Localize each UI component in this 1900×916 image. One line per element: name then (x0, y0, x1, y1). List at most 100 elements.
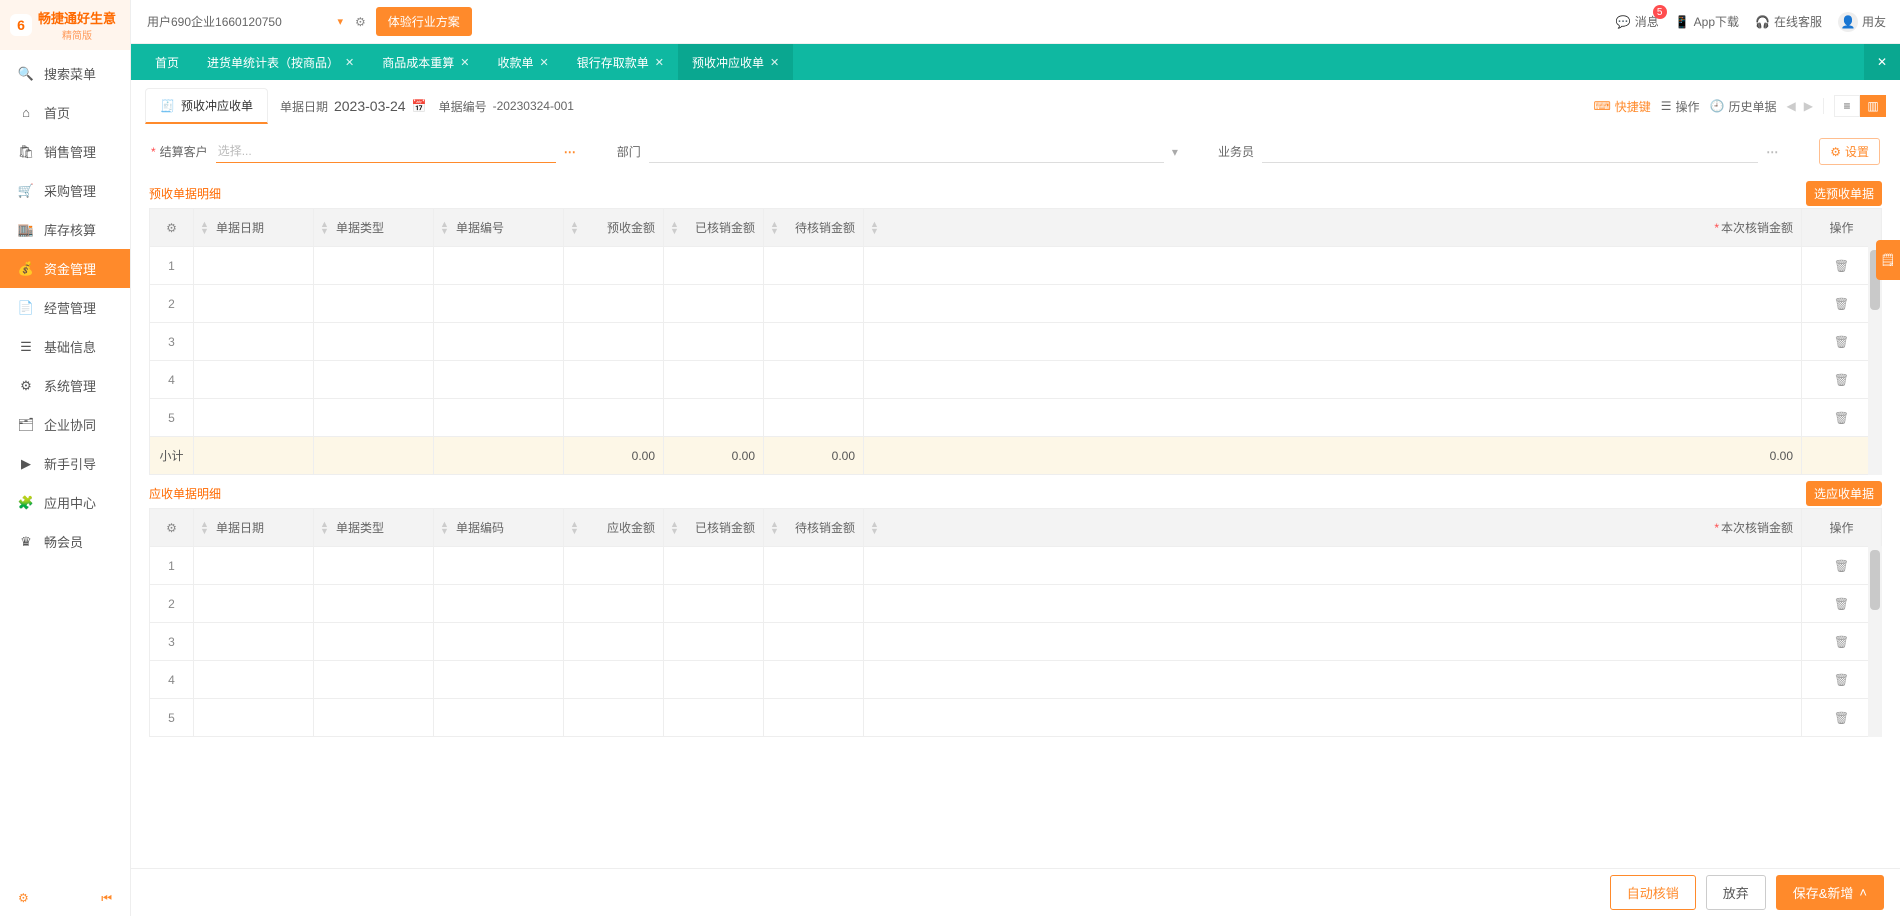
setup-button[interactable]: ⚙设置 (1819, 138, 1880, 165)
delete-row-icon[interactable]: 🗑 (1810, 373, 1873, 387)
sidebar-item[interactable]: 🛍销售管理 (0, 132, 130, 171)
table-row[interactable]: 4🗑 (150, 361, 1882, 399)
col-pending[interactable]: ▲▼待核销金额 (764, 509, 864, 547)
dept-input[interactable] (649, 140, 1164, 163)
support-link[interactable]: 🎧 在线客服 (1755, 13, 1822, 30)
prev-doc-icon[interactable]: ◀ (1787, 99, 1796, 113)
delete-row-icon[interactable]: 🗑 (1810, 673, 1873, 687)
tab-close-icon[interactable]: ✕ (770, 56, 779, 69)
view-list-toggle[interactable]: ≡ (1834, 95, 1860, 117)
sidebar-item[interactable]: 💰资金管理 (0, 249, 130, 288)
delete-row-icon[interactable]: 🗑 (1810, 559, 1873, 573)
document-title-tab[interactable]: 🧾 预收冲应收单 (145, 88, 268, 124)
table-row[interactable]: 3🗑 (150, 323, 1882, 361)
tab-close-icon[interactable]: ✕ (540, 56, 549, 69)
table-row[interactable]: 4🗑 (150, 661, 1882, 699)
workspace-tab[interactable]: 进货单统计表（按商品）✕ (193, 44, 368, 80)
tab-close-icon[interactable]: ✕ (460, 56, 469, 69)
col-type[interactable]: ▲▼单据类型 (314, 509, 434, 547)
tab-close-icon[interactable]: ✕ (345, 56, 354, 69)
delete-row-icon[interactable]: 🗑 (1810, 335, 1873, 349)
col-this[interactable]: ▲▼*本次核销金额 (864, 509, 1802, 547)
try-plan-button[interactable]: 体验行业方案 (376, 7, 472, 36)
col-date[interactable]: ▲▼单据日期 (194, 509, 314, 547)
scrollbar[interactable] (1868, 546, 1882, 737)
table-row[interactable]: 5🗑 (150, 699, 1882, 737)
col-prepay[interactable]: ▲▼预收金额 (564, 209, 664, 247)
customer-more-icon[interactable]: ⋯ (564, 145, 577, 159)
sidebar-item[interactable]: 📄经营管理 (0, 288, 130, 327)
sidebar-item[interactable]: ☰基础信息 (0, 327, 130, 366)
document-header: 🧾 预收冲应收单 单据日期 2023-03-24 📅 单据编号 -2023032… (131, 80, 1900, 124)
col-written[interactable]: ▲▼已核销金额 (664, 209, 764, 247)
sidebar-item[interactable]: 🧩应用中心 (0, 483, 130, 522)
nav-label: 首页 (44, 103, 70, 122)
dept-dropdown-icon[interactable]: ▾ (1172, 145, 1178, 159)
tabs-close-all[interactable]: ✕ (1864, 44, 1900, 80)
col-type[interactable]: ▲▼单据类型 (314, 209, 434, 247)
collapse-icon[interactable]: ⏮ (101, 891, 112, 906)
col-code[interactable]: ▲▼单据编号 (434, 209, 564, 247)
operate-link[interactable]: ☰操作 (1661, 98, 1700, 115)
doc-date-value[interactable]: 2023-03-24 (334, 98, 406, 114)
save-new-button[interactable]: 保存&新增˄ (1776, 875, 1884, 910)
messages-link[interactable]: 💬 消息 5 (1616, 13, 1659, 30)
history-link[interactable]: 🕘历史单据 (1710, 98, 1777, 115)
table-row[interactable]: 1🗑 (150, 547, 1882, 585)
delete-row-icon[interactable]: 🗑 (1810, 597, 1873, 611)
salesman-more-icon[interactable]: ⋯ (1766, 145, 1779, 159)
avatar-icon: 👤 (1838, 12, 1858, 32)
workspace-tab[interactable]: 收款单✕ (483, 44, 562, 80)
col-written[interactable]: ▲▼已核销金额 (664, 509, 764, 547)
workspace-tab[interactable]: 首页 (141, 44, 193, 80)
col-gear[interactable]: ⚙ (150, 509, 194, 547)
scrollbar[interactable] (1868, 246, 1882, 475)
sidebar-item[interactable]: ♛畅会员 (0, 522, 130, 561)
col-date[interactable]: ▲▼单据日期 (194, 209, 314, 247)
discard-button[interactable]: 放弃 (1706, 875, 1766, 910)
sidebar-item[interactable]: 🏬库存核算 (0, 210, 130, 249)
settings-icon[interactable]: ⚙ (18, 891, 29, 906)
customer-input[interactable] (216, 140, 556, 163)
floating-help-tab[interactable]: 🗒 (1876, 240, 1900, 280)
col-gear[interactable]: ⚙ (150, 209, 194, 247)
company-settings-icon[interactable]: ⚙ (355, 15, 366, 29)
sidebar-nav: 🔍搜索菜单⌂首页🛍销售管理🛒采购管理🏬库存核算💰资金管理📄经营管理☰基础信息⚙系… (0, 50, 130, 881)
tab-close-icon[interactable]: ✕ (655, 56, 664, 69)
sidebar-item[interactable]: 🔍搜索菜单 (0, 54, 130, 93)
delete-row-icon[interactable]: 🗑 (1810, 711, 1873, 725)
workspace-tab[interactable]: 银行存取款单✕ (563, 44, 678, 80)
table-row[interactable]: 1🗑 (150, 247, 1882, 285)
delete-row-icon[interactable]: 🗑 (1810, 297, 1873, 311)
select-prepay-button[interactable]: 选预收单据 (1806, 181, 1882, 206)
col-code2[interactable]: ▲▼单据编码 (434, 509, 564, 547)
col-recv[interactable]: ▲▼应收金额 (564, 509, 664, 547)
app-download-link[interactable]: 📱 App下载 (1675, 13, 1739, 30)
table-row[interactable]: 2🗑 (150, 285, 1882, 323)
salesman-input[interactable] (1262, 140, 1758, 163)
workspace-tab[interactable]: 预收冲应收单✕ (678, 44, 793, 80)
select-receivable-button[interactable]: 选应收单据 (1806, 481, 1882, 506)
table-row[interactable]: 3🗑 (150, 623, 1882, 661)
delete-row-icon[interactable]: 🗑 (1810, 259, 1873, 273)
sidebar-item[interactable]: ⚙系统管理 (0, 366, 130, 405)
auto-writeoff-button[interactable]: 自动核销 (1610, 875, 1696, 910)
workspace-tab[interactable]: 商品成本重算✕ (368, 44, 483, 80)
calendar-icon[interactable]: 📅 (412, 99, 427, 113)
delete-row-icon[interactable]: 🗑 (1810, 635, 1873, 649)
table-row[interactable]: 2🗑 (150, 585, 1882, 623)
next-doc-icon[interactable]: ▶ (1804, 99, 1813, 113)
sidebar-item[interactable]: ⌂首页 (0, 93, 130, 132)
col-this[interactable]: ▲▼*本次核销金额 (864, 209, 1802, 247)
col-pending[interactable]: ▲▼待核销金额 (764, 209, 864, 247)
nav-label: 畅会员 (44, 532, 83, 551)
sidebar-item[interactable]: ▶新手引导 (0, 444, 130, 483)
table-row[interactable]: 5🗑 (150, 399, 1882, 437)
sidebar-item[interactable]: 🗂企业协同 (0, 405, 130, 444)
company-select[interactable]: 用户690企业1660120750 ▾ (145, 9, 345, 34)
shortcut-link[interactable]: ⌨快捷键 (1593, 98, 1650, 115)
view-card-toggle[interactable]: ▥ (1860, 95, 1886, 117)
delete-row-icon[interactable]: 🗑 (1810, 411, 1873, 425)
sidebar-item[interactable]: 🛒采购管理 (0, 171, 130, 210)
user-menu[interactable]: 👤 用友 (1838, 12, 1886, 32)
